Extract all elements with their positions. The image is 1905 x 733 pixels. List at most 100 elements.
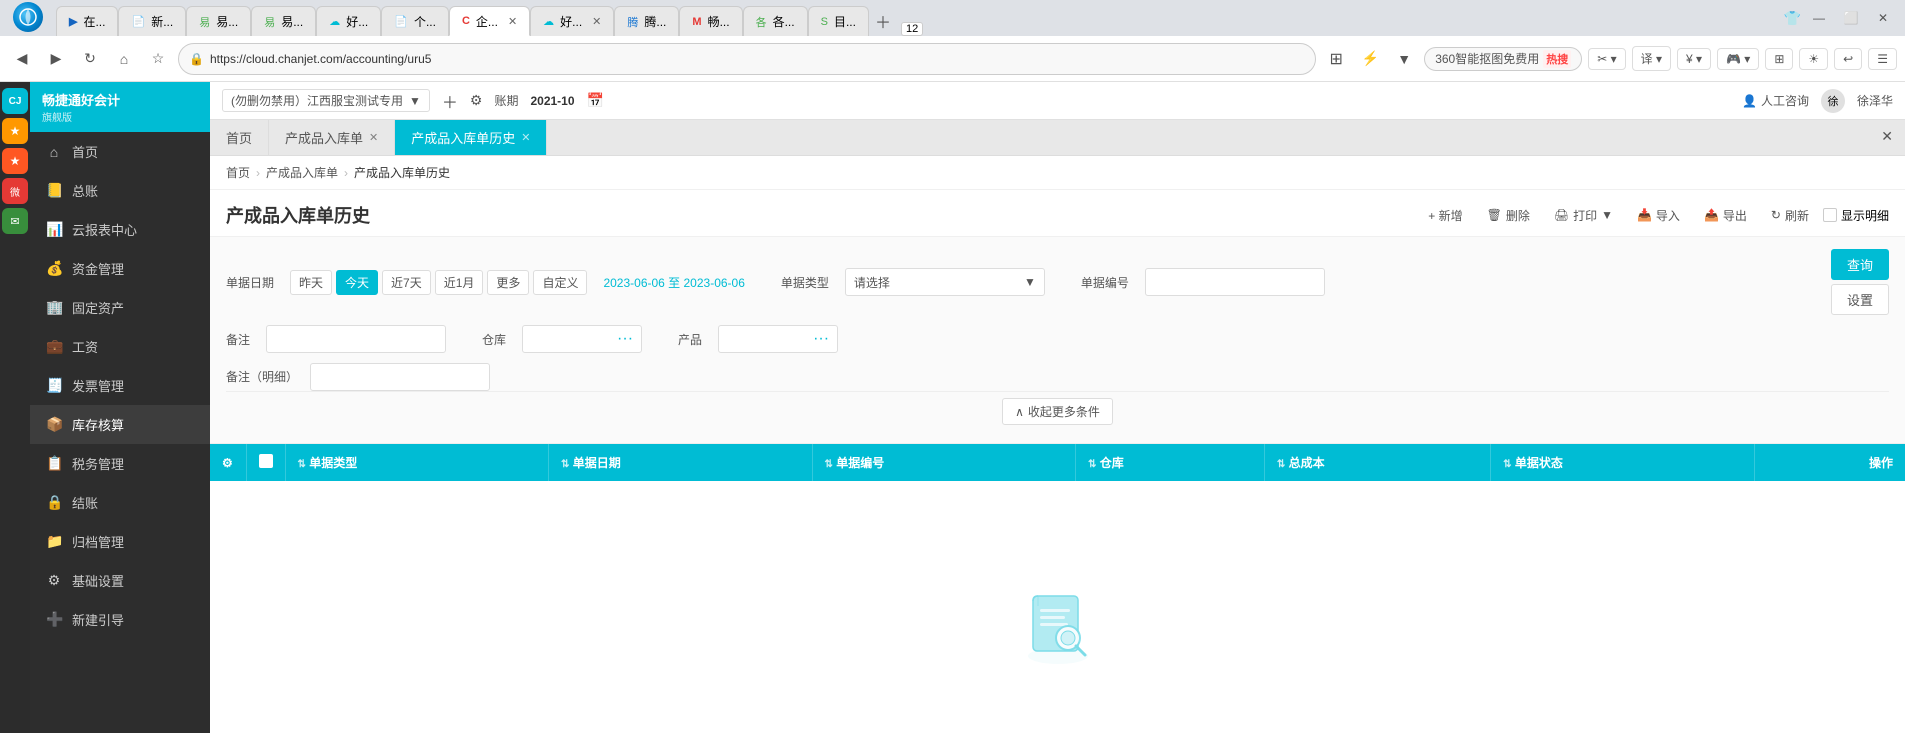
export-btn[interactable]: 📤 导出 <box>1694 203 1757 228</box>
user-avatar[interactable]: 徐 <box>1821 89 1845 113</box>
tab-hao1[interactable]: ☁ 好... <box>316 6 381 36</box>
game-btn[interactable]: 🎮 ▾ <box>1717 48 1759 70</box>
nav-item-home[interactable]: ⌂ 首页 <box>30 132 210 171</box>
nav-item-payroll[interactable]: 💼 工资 <box>30 327 210 366</box>
tab-close-enterprise[interactable]: ✕ <box>508 15 517 28</box>
add-btn[interactable]: + 新增 <box>1418 203 1472 228</box>
translate-btn[interactable]: 译 ▾ <box>1632 46 1671 71</box>
add-account-btn[interactable]: ＋ <box>442 89 458 113</box>
minimize-btn[interactable]: — <box>1805 4 1833 32</box>
menu-btn[interactable]: ☰ <box>1868 48 1897 70</box>
page-tab-list[interactable]: 产成品入库单 ✕ <box>269 120 395 155</box>
page-tab-history-close[interactable]: ✕ <box>521 131 530 144</box>
refresh-btn[interactable]: ↻ 刷新 <box>1761 203 1819 228</box>
red-star-icon[interactable]: ★ <box>2 148 28 174</box>
custom-date-btn[interactable]: 自定义 <box>533 270 587 295</box>
nav-item-ledger[interactable]: 📒 总账 <box>30 171 210 210</box>
delete-btn[interactable]: 🗑 删除 <box>1477 203 1540 228</box>
settings-filter-btn[interactable]: 设置 <box>1831 284 1889 315</box>
th-total-cost[interactable]: ⇅ 总成本 <box>1264 444 1490 481</box>
nav-item-new-entry[interactable]: ➕ 新建引导 <box>30 600 210 639</box>
tab-new1[interactable]: 📄 新... <box>118 6 186 36</box>
back-btn[interactable]: ◀ <box>8 45 36 73</box>
close-window-btn[interactable]: ✕ <box>1869 4 1897 32</box>
th-warehouse[interactable]: ⇅ 仓库 <box>1076 444 1265 481</box>
th-doc-date[interactable]: ⇅ 单据日期 <box>549 444 813 481</box>
th-doc-type[interactable]: ⇅ 单据类型 <box>285 444 549 481</box>
tab-yi1[interactable]: 易 易... <box>186 6 251 36</box>
th-checkbox[interactable] <box>246 444 285 481</box>
settings-toolbar-btn[interactable]: ⚙ <box>470 92 483 109</box>
nav-item-inventory[interactable]: 📦 库存核算 <box>30 405 210 444</box>
changjie-icon[interactable]: CJ <box>2 88 28 114</box>
breadcrumb-home[interactable]: 首页 <box>226 164 250 181</box>
page-tab-list-close[interactable]: ✕ <box>369 131 378 144</box>
remark-input[interactable] <box>266 325 446 353</box>
fixed-assets-nav-icon: 🏢 <box>46 299 62 316</box>
doc-type-select[interactable]: 请选择 ▼ <box>845 268 1045 296</box>
nav-item-fixed-assets[interactable]: 🏢 固定资产 <box>30 288 210 327</box>
yuan-btn[interactable]: ¥ ▾ <box>1677 48 1711 70</box>
th-doc-status[interactable]: ⇅ 单据状态 <box>1491 444 1755 481</box>
doc-no-input[interactable] <box>1145 268 1325 296</box>
tab-add-button[interactable]: ＋ <box>869 6 897 36</box>
scissors-icon-btn[interactable]: ✂ ▾ <box>1588 48 1625 70</box>
tab-close-hao2[interactable]: ✕ <box>592 15 601 28</box>
last1month-btn[interactable]: 近1月 <box>435 270 484 295</box>
last7days-btn[interactable]: 近7天 <box>382 270 431 295</box>
tab-zaidu[interactable]: ▶ 在... <box>56 6 118 36</box>
nav-item-closing[interactable]: 🔒 结账 <box>30 483 210 522</box>
th-gear[interactable]: ⚙ <box>210 444 246 481</box>
page-tab-home[interactable]: 首页 <box>210 120 269 155</box>
human-service-btn[interactable]: 👤 人工咨询 <box>1742 92 1809 109</box>
today-btn[interactable]: 今天 <box>336 270 378 295</box>
smart-search-box[interactable]: 360智能抠图免费用 热搜 <box>1424 47 1582 71</box>
th-doc-no[interactable]: ⇅ 单据编号 <box>812 444 1076 481</box>
tab-ge[interactable]: 各 各... <box>743 6 808 36</box>
tab-chang[interactable]: M 畅... <box>679 6 742 36</box>
nav-item-reports[interactable]: 📊 云报表中心 <box>30 210 210 249</box>
calendar-icon[interactable]: 📅 <box>587 92 604 109</box>
tab-tencent[interactable]: 腾 腾... <box>614 6 679 36</box>
panel-close-btn[interactable]: ✕ <box>1869 120 1905 153</box>
weibo-app-icon[interactable]: 微 <box>2 178 28 204</box>
collapse-btn[interactable]: ∧ 收起更多条件 <box>1002 398 1113 425</box>
theme-btn[interactable]: ☀ <box>1799 48 1828 70</box>
tab-mu[interactable]: S 目... <box>808 6 869 36</box>
more-date-btn[interactable]: 更多 <box>487 270 529 295</box>
breadcrumb-list[interactable]: 产成品入库单 <box>266 164 338 181</box>
dropdown-btn[interactable]: ▼ <box>1390 45 1418 73</box>
query-btn[interactable]: 查询 <box>1831 249 1889 280</box>
nav-item-tax[interactable]: 📋 税务管理 <box>30 444 210 483</box>
home-btn[interactable]: ⌂ <box>110 45 138 73</box>
forward-btn[interactable]: ▶ <box>42 45 70 73</box>
inventory-nav-icon: 📦 <box>46 416 62 433</box>
mail-app-icon[interactable]: ✉ <box>2 208 28 234</box>
yesterday-btn[interactable]: 昨天 <box>290 270 332 295</box>
maximize-btn[interactable]: ⬜ <box>1837 4 1865 32</box>
warehouse-select[interactable]: ··· <box>522 325 642 353</box>
print-btn[interactable]: 🖨 打印 ▼ <box>1544 203 1623 228</box>
grid-icon-btn[interactable]: ⊞ <box>1322 45 1350 73</box>
company-selector[interactable]: (勿删勿禁用）江西服宝测试专用 ▼ <box>222 89 430 112</box>
nav-item-funds[interactable]: 💰 资金管理 <box>30 249 210 288</box>
refresh-btn[interactable]: ↻ <box>76 45 104 73</box>
nav-item-invoice[interactable]: 🧾 发票管理 <box>30 366 210 405</box>
apps-btn[interactable]: ⊞ <box>1765 48 1793 70</box>
detail-remark-input[interactable] <box>310 363 490 391</box>
tab-hao2[interactable]: ☁ 好... ✕ <box>530 6 614 36</box>
show-detail-checkbox[interactable]: 显示明细 <box>1823 207 1889 224</box>
orange-star-icon[interactable]: ★ <box>2 118 28 144</box>
undo-btn[interactable]: ↩ <box>1834 48 1862 70</box>
bookmark-btn[interactable]: ☆ <box>144 45 172 73</box>
import-btn[interactable]: 📥 导入 <box>1627 203 1690 228</box>
nav-item-base-settings[interactable]: ⚙ 基础设置 <box>30 561 210 600</box>
page-tab-history[interactable]: 产成品入库单历史 ✕ <box>395 120 547 155</box>
shirt-icon-btn[interactable]: 👕 <box>1784 10 1801 27</box>
tab-yi2[interactable]: 易 易... <box>251 6 316 36</box>
tab-enterprise[interactable]: C 企... ✕ <box>449 6 530 36</box>
nav-item-archive[interactable]: 📁 归档管理 <box>30 522 210 561</box>
product-select[interactable]: ··· <box>718 325 838 353</box>
tab-personal[interactable]: 📄 个... <box>381 6 449 36</box>
lightning-btn[interactable]: ⚡ <box>1356 45 1384 73</box>
